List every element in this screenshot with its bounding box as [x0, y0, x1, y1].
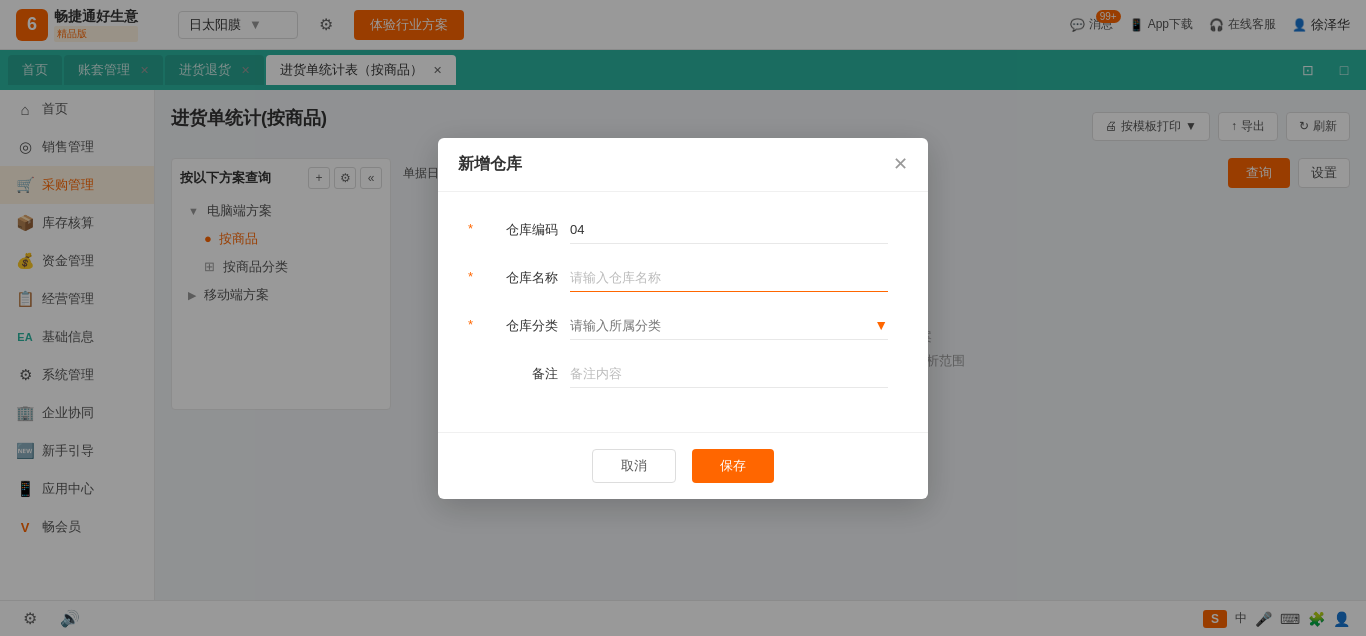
warehouse-category-row: 仓库分类 ▼	[478, 312, 888, 340]
remark-label: 备注	[478, 365, 558, 383]
add-warehouse-modal: 新增仓库 ✕ 仓库编码 仓库名称 仓库分类 ▼	[438, 138, 928, 499]
code-label: 仓库编码	[478, 221, 558, 239]
category-dropdown-arrow[interactable]: ▼	[874, 317, 888, 333]
remark-input[interactable]	[570, 360, 888, 388]
modal-header: 新增仓库 ✕	[438, 138, 928, 192]
warehouse-name-row: 仓库名称	[478, 264, 888, 292]
cancel-button[interactable]: 取消	[592, 449, 676, 483]
category-select-row: ▼	[570, 312, 888, 340]
modal-body: 仓库编码 仓库名称 仓库分类 ▼ 备注	[438, 192, 928, 432]
warehouse-code-input[interactable]	[570, 216, 888, 244]
modal-close-button[interactable]: ✕	[893, 155, 908, 173]
category-input[interactable]	[570, 312, 874, 339]
modal-title: 新增仓库	[458, 154, 522, 175]
modal-overlay: 新增仓库 ✕ 仓库编码 仓库名称 仓库分类 ▼	[0, 0, 1366, 636]
warehouse-code-row: 仓库编码	[478, 216, 888, 244]
save-button[interactable]: 保存	[692, 449, 774, 483]
modal-footer: 取消 保存	[438, 432, 928, 499]
warehouse-name-input[interactable]	[570, 264, 888, 292]
remark-row: 备注	[478, 360, 888, 388]
category-label: 仓库分类	[478, 317, 558, 335]
name-label: 仓库名称	[478, 269, 558, 287]
